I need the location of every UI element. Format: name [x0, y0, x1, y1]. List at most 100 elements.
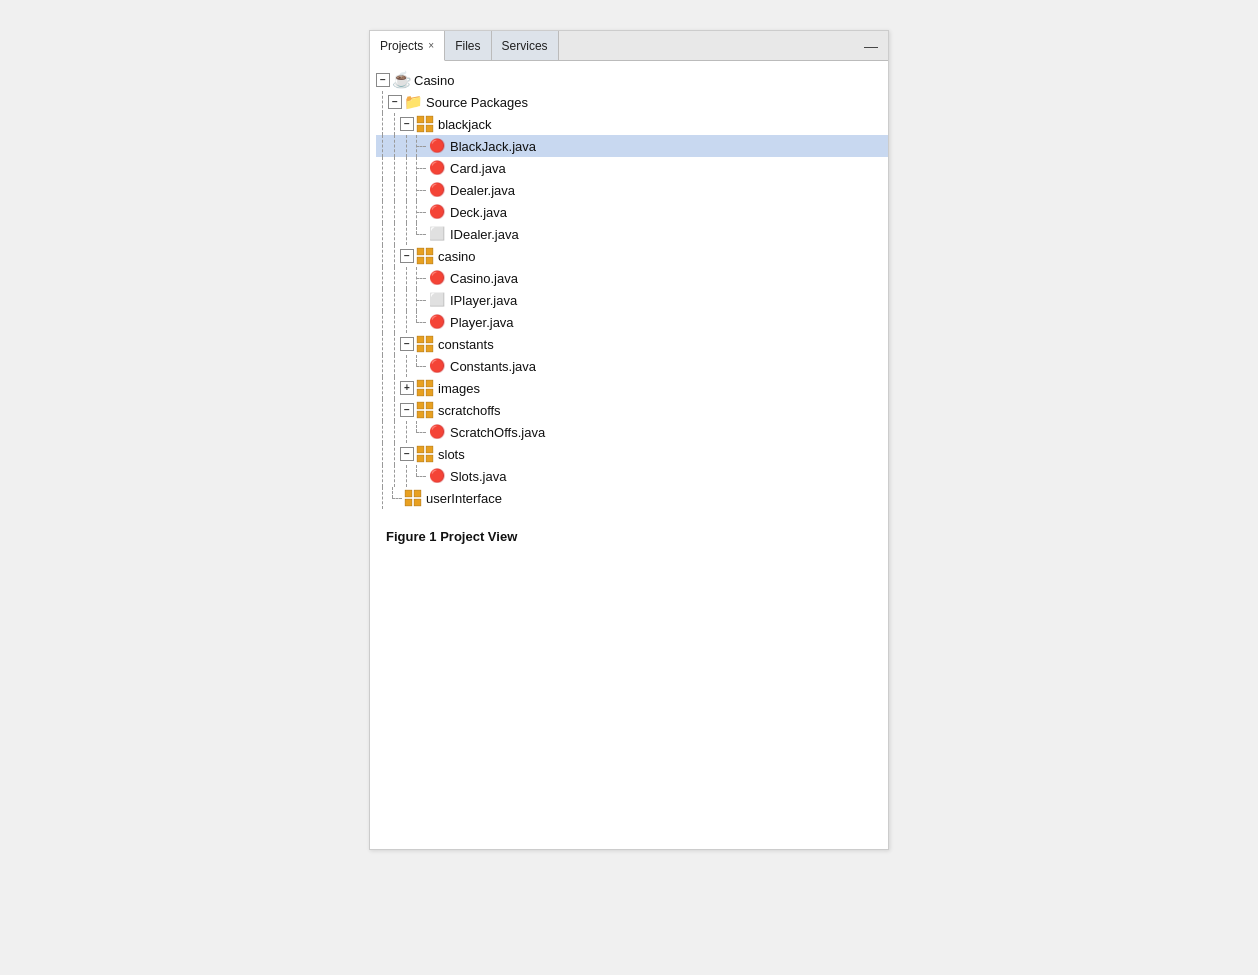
svg-rect-12 [417, 380, 424, 387]
vl-pl1 [376, 311, 388, 333]
expand-scratchoffs[interactable]: − [400, 403, 414, 417]
iplayer-java-label: IPlayer.java [450, 293, 517, 308]
svg-rect-1 [426, 116, 433, 123]
userinterface-pkg-label: userInterface [426, 491, 502, 506]
expand-constants[interactable]: − [400, 337, 414, 351]
tree-row-casino-java[interactable]: 🔴 Casino.java [376, 267, 888, 289]
vl-d2 [388, 179, 400, 201]
tree-row-constants-java[interactable]: 🔴 Constants.java [376, 355, 888, 377]
tree-row-casino-pkg[interactable]: − casino [376, 245, 888, 267]
expand-images[interactable]: + [400, 381, 414, 395]
minimize-button[interactable]: — [854, 31, 888, 60]
svg-rect-10 [417, 345, 424, 352]
java-iface-icon-iplayerjava: ⬜ [428, 291, 446, 309]
svg-rect-5 [426, 248, 433, 255]
tree-row-idealer-java[interactable]: ⬜ IDealer.java [376, 223, 888, 245]
tree-row-slots-java[interactable]: 🔴 Slots.java [376, 465, 888, 487]
tree-row-source-packages[interactable]: − 📁 Source Packages [376, 91, 888, 113]
vl-cst1 [376, 355, 388, 377]
vline-2b [388, 113, 400, 135]
vline-2a [376, 113, 388, 135]
svg-rect-23 [426, 455, 433, 462]
svg-rect-25 [414, 490, 421, 497]
tree-row-player-java[interactable]: 🔴 Player.java [376, 311, 888, 333]
svg-rect-19 [426, 411, 433, 418]
tab-projects-label: Projects [380, 39, 423, 53]
svg-rect-26 [405, 499, 412, 506]
vl-d3 [400, 179, 412, 201]
tab-files[interactable]: Files [445, 31, 491, 60]
vl-dk2 [388, 201, 400, 223]
tree-row-blackjack-java[interactable]: 🔴 BlackJack.java [376, 135, 888, 157]
vl-dk3 [400, 201, 412, 223]
vl-slj3 [400, 465, 412, 487]
ll-slj1 [412, 465, 428, 487]
tree-row-constants-pkg[interactable]: − constants [376, 333, 888, 355]
vl-cj2 [388, 267, 400, 289]
tree-row-dealer-java[interactable]: 🔴 Dealer.java [376, 179, 888, 201]
coffee-icon: ☕ [392, 71, 410, 89]
tab-files-label: Files [455, 39, 480, 53]
vl-cn2 [388, 333, 400, 355]
tree-row-images-pkg[interactable]: + images [376, 377, 888, 399]
package-icon-slots [416, 445, 434, 463]
java-iface-icon-idealerjava: ⬜ [428, 225, 446, 243]
package-icon-constants [416, 335, 434, 353]
vl-cn1 [376, 333, 388, 355]
card-java-label: Card.java [450, 161, 506, 176]
tree-row-blackjack[interactable]: − blackjack [376, 113, 888, 135]
tl-d1 [412, 179, 428, 201]
expand-slots[interactable]: − [400, 447, 414, 461]
java-class-icon-deckjava: 🔴 [428, 203, 446, 221]
tab-projects[interactable]: Projects × [370, 31, 445, 61]
svg-rect-22 [417, 455, 424, 462]
tree-row-casino[interactable]: − ☕ Casino [376, 69, 888, 91]
vl-pl3 [400, 311, 412, 333]
vl-id3 [400, 223, 412, 245]
vl-soj3 [400, 421, 412, 443]
tab-projects-close[interactable]: × [428, 40, 434, 51]
svg-rect-16 [417, 402, 424, 409]
tl-dk1 [412, 201, 428, 223]
ll-ui1 [388, 487, 404, 509]
package-icon-blackjack [416, 115, 434, 133]
tree-row-slots-pkg[interactable]: − slots [376, 443, 888, 465]
expand-casino[interactable]: − [376, 73, 390, 87]
expand-blackjack[interactable]: − [400, 117, 414, 131]
ll-cst1 [412, 355, 428, 377]
vl-ip1 [376, 289, 388, 311]
blackjack-java-label: BlackJack.java [450, 139, 536, 154]
idealer-java-label: IDealer.java [450, 227, 519, 242]
tree-row-scratchoffs-pkg[interactable]: − scratchoffs [376, 399, 888, 421]
vl-soj2 [388, 421, 400, 443]
tab-services[interactable]: Services [492, 31, 559, 60]
ll-id1 [412, 223, 428, 245]
dealer-java-label: Dealer.java [450, 183, 515, 198]
package-icon-casino [416, 247, 434, 265]
tree-row-deck-java[interactable]: 🔴 Deck.java [376, 201, 888, 223]
java-class-icon-slotsjava: 🔴 [428, 467, 446, 485]
svg-rect-2 [417, 125, 424, 132]
expand-casino-pkg[interactable]: − [400, 249, 414, 263]
package-icon-scratchoffs [416, 401, 434, 419]
source-packages-label: Source Packages [426, 95, 528, 110]
vl-bj2 [388, 135, 400, 157]
tree-row-iplayer-java[interactable]: ⬜ IPlayer.java [376, 289, 888, 311]
vl-c1 [376, 157, 388, 179]
vl-soj1 [376, 421, 388, 443]
tl-c1 [412, 157, 428, 179]
tree-row-scratchoffs-java[interactable]: 🔴 ScratchOffs.java [376, 421, 888, 443]
svg-rect-3 [426, 125, 433, 132]
scratchoffs-pkg-label: scratchoffs [438, 403, 501, 418]
tab-services-label: Services [502, 39, 548, 53]
vl-ip3 [400, 289, 412, 311]
expand-source-packages[interactable]: − [388, 95, 402, 109]
svg-rect-7 [426, 257, 433, 264]
java-class-icon-dealerjava: 🔴 [428, 181, 446, 199]
vl-so2 [388, 399, 400, 421]
tree-row-userinterface-pkg[interactable]: userInterface [376, 487, 888, 509]
tree-row-card-java[interactable]: 🔴 Card.java [376, 157, 888, 179]
tl-cj1 [412, 267, 428, 289]
figure-caption: Figure 1 Project View [370, 517, 888, 560]
vl-cst3 [400, 355, 412, 377]
